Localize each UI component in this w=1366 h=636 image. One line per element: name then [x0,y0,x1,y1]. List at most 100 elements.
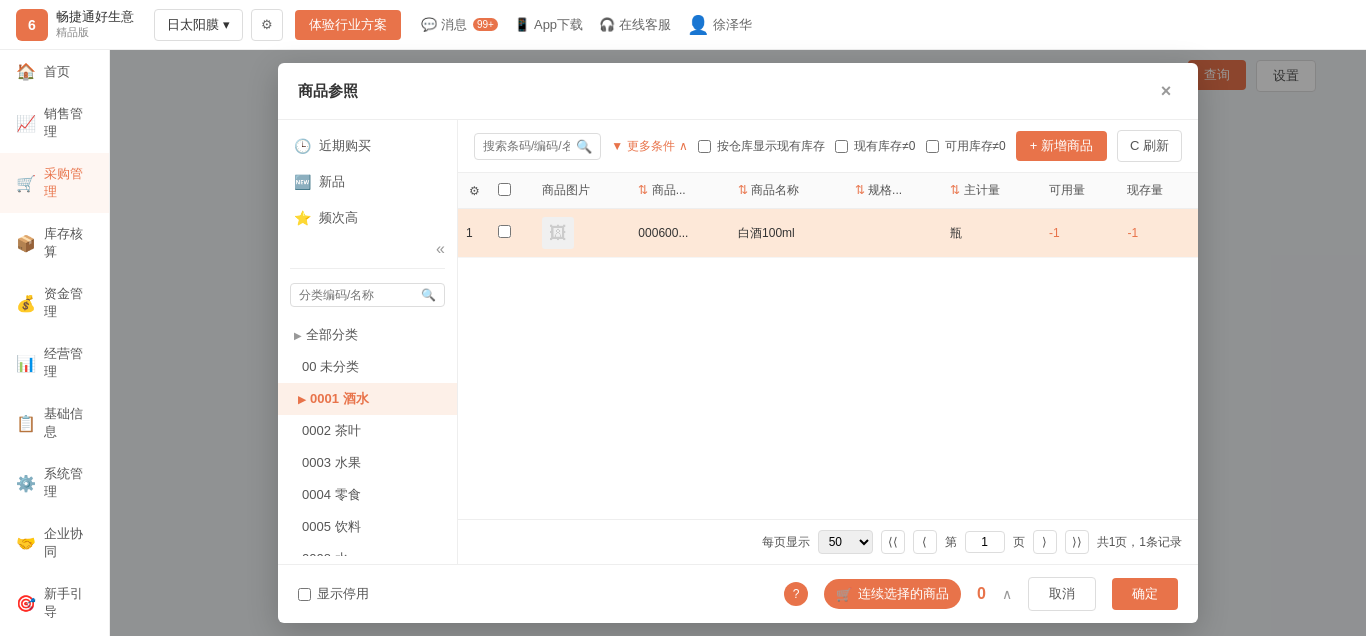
main-layout: 🏠 首页 📈 销售管理 🛒 采购管理 📦 库存核算 💰 资金管理 📊 经营管理 … [0,50,1366,636]
nav-dropdown[interactable]: 日太阳膜 ▾ [154,9,243,41]
cat-tea[interactable]: 0002 茶叶 [278,415,457,447]
product-modal: 商品参照 × 🕒 近期购买 🆕 新品 [278,63,1198,623]
sidebar-item-finance[interactable]: 💰 资金管理 [0,273,109,333]
search-icon: 🔍 [421,288,436,302]
next-page-button[interactable]: ⟩ [1033,530,1057,554]
gear-button[interactable]: ⚙ [251,9,283,41]
modal-overlay: 商品参照 × 🕒 近期购买 🆕 新品 [110,50,1366,636]
collapse-footer-button[interactable]: ∧ [1002,586,1012,602]
modal-toolbar: 🔍 ▼ 更多条件 ∧ 按仓库显示现有库存 [458,120,1198,173]
nav-online-service[interactable]: 🎧 在线客服 [599,16,671,34]
cat-snack[interactable]: 0004 零食 [278,479,457,511]
frequent-icon: ⭐ [294,210,311,226]
sidebar-item-guide[interactable]: 🎯 新手引导 [0,573,109,633]
show-disabled-input[interactable] [298,588,311,601]
per-page-label: 每页显示 [762,534,810,551]
checkbox-current-input[interactable] [835,140,848,153]
collapse-left-icon[interactable]: « [432,236,449,262]
sidebar-item-inventory[interactable]: 📦 库存核算 [0,213,109,273]
sidebar-item-sales[interactable]: 📈 销售管理 [0,93,109,153]
cat-water[interactable]: 0008 水 [278,543,457,556]
nav-app-download[interactable]: 📱 App下载 [514,16,583,34]
per-page-select[interactable]: 50 10 20 100 [818,530,873,554]
last-page-button[interactable]: ⟩⟩ [1065,530,1089,554]
search-product-icon: 🔍 [576,139,592,154]
col-checkbox[interactable] [490,173,534,209]
category-search-input[interactable] [299,288,417,302]
table-row[interactable]: 1 🖼 000600... 白酒100ml [458,209,1198,258]
filter-arrow-icon: ∧ [679,139,688,153]
col-stock: 现存量 [1119,173,1198,209]
enterprise-icon: 🤝 [16,534,36,553]
category-search-box[interactable]: 🔍 [290,283,445,307]
sidebar-item-system[interactable]: ⚙️ 系统管理 [0,453,109,513]
sidebar-item-purchase[interactable]: 🛒 采购管理 [0,153,109,213]
cat-fruit[interactable]: 0003 水果 [278,447,457,479]
new-product-item[interactable]: 🆕 新品 [278,164,457,200]
content-area: 查询 设置 商品参照 × 🕒 近期购买 [110,50,1366,636]
sidebar-label-sales: 销售管理 [44,105,93,141]
sidebar-label-purchase: 采购管理 [44,165,93,201]
checkbox-available-stock[interactable]: 可用库存≠0 [926,138,1006,155]
product-search-input[interactable] [483,139,570,153]
page-number-input[interactable] [965,531,1005,553]
nav-right: 💬 消息 99+ 📱 App下载 🎧 在线客服 👤 徐泽华 [421,14,752,36]
chevron-down-icon: ▾ [223,17,230,32]
checkbox-current-stock[interactable]: 现有库存≠0 [835,138,915,155]
sales-icon: 📈 [16,114,36,133]
modal-right-panel: 🔍 ▼ 更多条件 ∧ 按仓库显示现有库存 [458,120,1198,564]
col-settings[interactable]: ⚙ [458,173,490,209]
row-image: 🖼 [534,209,631,258]
row-name: 白酒100ml [730,209,847,258]
nav-user[interactable]: 👤 徐泽华 [687,14,752,36]
nav-messages[interactable]: 💬 消息 99+ [421,16,498,34]
nav-dropdown-label: 日太阳膜 [167,16,219,34]
col-code[interactable]: ⇅ 商品... [630,173,730,209]
row-checkbox-input[interactable] [498,225,511,238]
logo-text: 畅捷通好生意 [56,9,134,26]
first-page-button[interactable]: ⟨⟨ [881,530,905,554]
confirm-button[interactable]: 确定 [1112,578,1178,610]
username: 徐泽华 [713,16,752,34]
sidebar-item-home[interactable]: 🏠 首页 [0,50,109,93]
sort-code-icon: ⇅ [638,183,648,197]
modal-header: 商品参照 × [278,63,1198,120]
col-unit[interactable]: ⇅ 主计量 [942,173,1041,209]
modal-close-button[interactable]: × [1154,79,1178,103]
sidebar-item-operations[interactable]: 📊 经营管理 [0,333,109,393]
modal-left-panel: 🕒 近期购买 🆕 新品 ⭐ 频次高 « [278,120,458,564]
cat-liquor[interactable]: ▶ 0001 酒水 [278,383,457,415]
cart-area[interactable]: 🛒 连续选择的商品 [824,579,961,609]
checkbox-available-input[interactable] [926,140,939,153]
sidebar-label-system: 系统管理 [44,465,93,501]
prev-page-button[interactable]: ⟨ [913,530,937,554]
sidebar-item-basics[interactable]: 📋 基础信息 [0,393,109,453]
sidebar-item-enterprise[interactable]: 🤝 企业协同 [0,513,109,573]
recent-icon: 🕒 [294,138,311,154]
filter-button[interactable]: ▼ 更多条件 ∧ [611,138,688,155]
refresh-button[interactable]: C 刷新 [1117,130,1182,162]
col-spec[interactable]: ⇅ 规格... [847,173,943,209]
cat-all[interactable]: ▶ 全部分类 [278,319,457,351]
col-name[interactable]: ⇅ 商品名称 [730,173,847,209]
checkbox-warehouse-input[interactable] [698,140,711,153]
select-all-checkbox[interactable] [498,183,511,196]
headset-icon: 🎧 [599,17,615,32]
purchase-icon: 🛒 [16,174,36,193]
cancel-button[interactable]: 取消 [1028,577,1096,611]
row-checkbox[interactable] [490,209,534,258]
cat-uncategorized[interactable]: 00 未分类 [278,351,457,383]
trial-button[interactable]: 体验行业方案 [295,10,401,40]
cat-beverage[interactable]: 0005 饮料 [278,511,457,543]
help-icon-button[interactable]: ? [784,582,808,606]
add-product-button[interactable]: + 新增商品 [1016,131,1107,161]
checkbox-warehouse-stock[interactable]: 按仓库显示现有库存 [698,138,825,155]
sidebar-label-finance: 资金管理 [44,285,93,321]
frequent-item[interactable]: ⭐ 频次高 [278,200,457,236]
show-disabled-checkbox[interactable]: 显示停用 [298,585,369,603]
home-icon: 🏠 [16,62,36,81]
guide-icon: 🎯 [16,594,36,613]
product-search-box[interactable]: 🔍 [474,133,601,160]
sidebar-label-home: 首页 [44,63,70,81]
recent-purchase-item[interactable]: 🕒 近期购买 [278,128,457,164]
